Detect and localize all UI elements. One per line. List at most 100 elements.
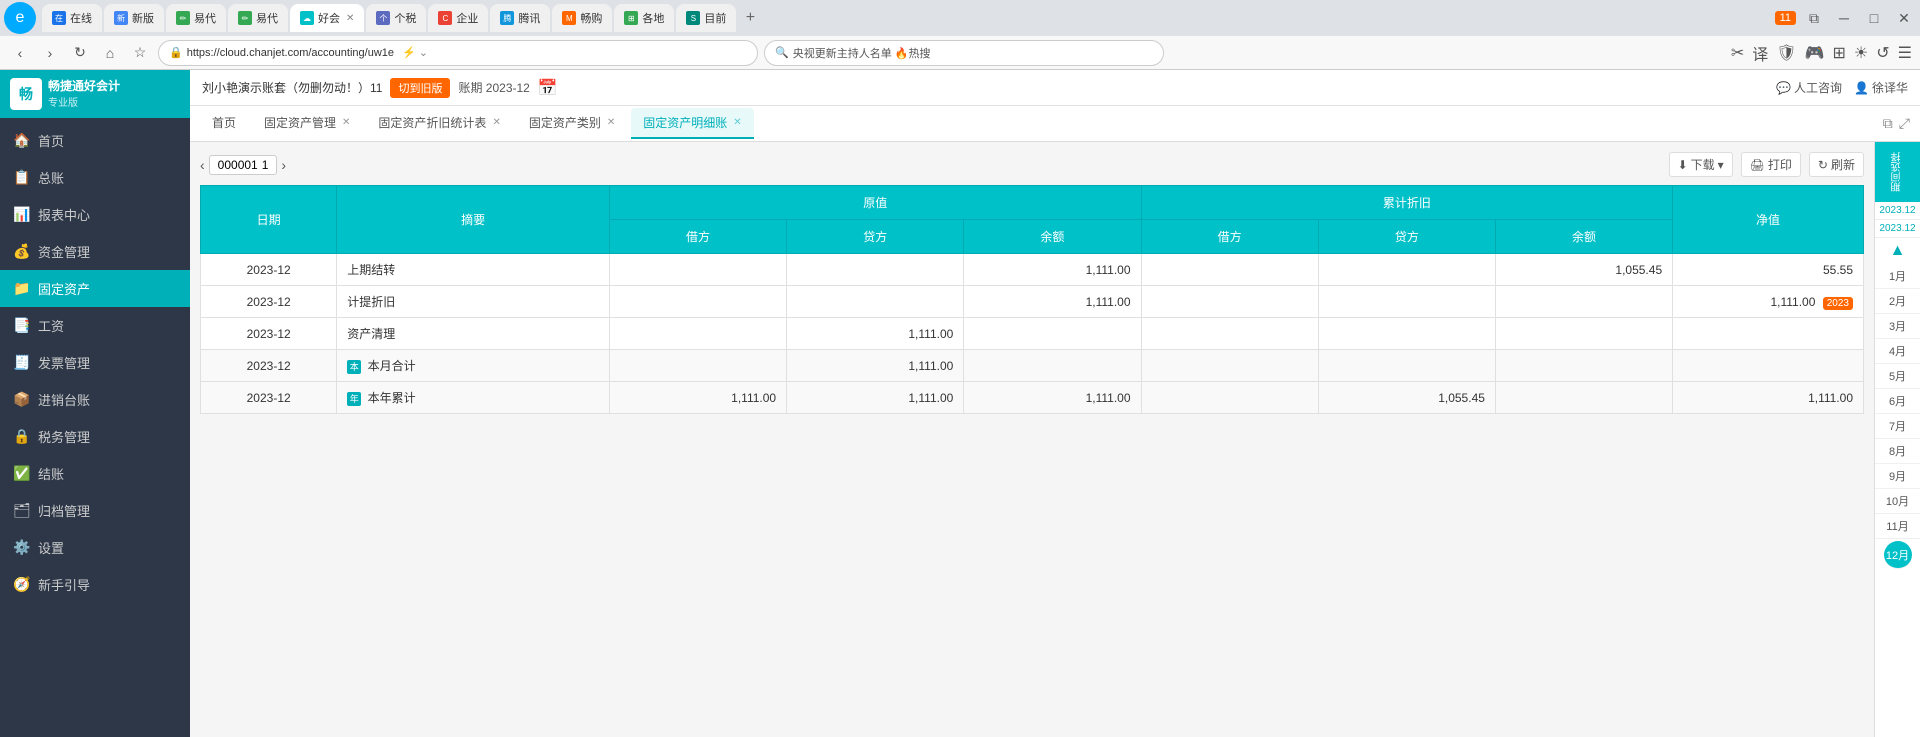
sidebar-label-settings: 设置 bbox=[38, 538, 64, 557]
user-button[interactable]: 👤 徐译华 bbox=[1854, 79, 1908, 96]
sidebar-item-close-period[interactable]: ✅ 结账 bbox=[0, 455, 190, 492]
browser-tab-gedi[interactable]: ⊞ 各地 bbox=[614, 4, 674, 32]
cell-summary-4: 年 本年累计 bbox=[337, 382, 610, 414]
period-item-5[interactable]: 5月 bbox=[1875, 364, 1920, 389]
game-icon[interactable]: 🎮 bbox=[1805, 43, 1825, 63]
tab-label-qiye: 企业 bbox=[456, 10, 478, 26]
tab-close-haohui[interactable]: ✕ bbox=[346, 13, 354, 24]
period-item-1[interactable]: 1月 bbox=[1875, 264, 1920, 289]
sidebar-label-invoices: 发票管理 bbox=[38, 353, 90, 372]
period-item-2[interactable]: 2月 bbox=[1875, 289, 1920, 314]
th-accumulated-depreciation: 累计折旧 bbox=[1141, 186, 1673, 220]
sidebar-label-close-period: 结账 bbox=[38, 464, 64, 483]
browser-tab-yidai1[interactable]: ✏ 易代 bbox=[166, 4, 226, 32]
tab-favicon-online: 在 bbox=[52, 11, 66, 25]
period-scroll-up[interactable]: ▲ bbox=[1875, 238, 1920, 264]
version-switch-button[interactable]: 切到旧版 bbox=[390, 78, 450, 98]
translate-icon[interactable]: 译 bbox=[1752, 41, 1768, 65]
download-chevron: ▾ bbox=[1718, 158, 1724, 172]
browser-tab-yidai2[interactable]: ✏ 易代 bbox=[228, 4, 288, 32]
calendar-icon[interactable]: 📅 bbox=[538, 78, 558, 98]
period-item-11[interactable]: 11月 bbox=[1875, 514, 1920, 539]
back-btn[interactable]: ‹ bbox=[8, 41, 32, 65]
next-page-btn[interactable]: › bbox=[281, 157, 286, 173]
tab-depreciation-stats[interactable]: 固定资产折旧统计表 ✕ bbox=[366, 108, 512, 139]
refresh-button[interactable]: ↻ 刷新 bbox=[1809, 152, 1864, 177]
sidebar-title-block: 畅捷通好会计 专业版 bbox=[48, 79, 120, 110]
tab-asset-detail-ledger-close[interactable]: ✕ bbox=[733, 117, 741, 128]
table-row: 2023-12 年 本年累计 1,111.00 1,111.00 1,111.0… bbox=[201, 382, 1864, 414]
period-item-9[interactable]: 9月 bbox=[1875, 464, 1920, 489]
help-button[interactable]: 💬 人工咨询 bbox=[1776, 79, 1842, 96]
reload-btn[interactable]: ↻ bbox=[68, 41, 92, 65]
browser-tab-geshui[interactable]: 个 个税 bbox=[366, 4, 426, 32]
search-bar[interactable]: 🔍 央视更新主持人名单 🔥热搜 bbox=[764, 40, 1164, 66]
tab-home[interactable]: 首页 bbox=[200, 108, 248, 139]
sidebar-item-funds[interactable]: 💰 资金管理 bbox=[0, 233, 190, 270]
ledger-code-box: 000001 1 bbox=[209, 155, 278, 175]
period-item-4[interactable]: 4月 bbox=[1875, 339, 1920, 364]
browser-toolbar-icons: ✂ 译 🛡 🎮 ⊞ ☀ ↺ ☰ bbox=[1731, 41, 1912, 65]
summary-tag-4: 年 bbox=[347, 392, 361, 406]
browser-tab-online[interactable]: 在 在线 bbox=[42, 4, 102, 32]
sidebar-item-home[interactable]: 🏠 首页 bbox=[0, 122, 190, 159]
download-button[interactable]: ⬇ 下载 ▾ bbox=[1669, 152, 1733, 177]
window-restore-btn[interactable]: ⧉ bbox=[1883, 115, 1893, 132]
cell-orig-credit-4: 1,111.00 bbox=[787, 382, 964, 414]
tab-favicon-qiye: C bbox=[438, 11, 452, 25]
forward-btn[interactable]: › bbox=[38, 41, 62, 65]
cell-net-value-2 bbox=[1673, 318, 1864, 350]
prev-page-btn[interactable]: ‹ bbox=[200, 157, 205, 173]
tab-fixed-asset-mgmt[interactable]: 固定资产管理 ✕ bbox=[252, 108, 362, 139]
print-button[interactable]: 🖨 打印 bbox=[1741, 152, 1801, 177]
menu-icon[interactable]: ☰ bbox=[1898, 43, 1912, 63]
shield-icon[interactable]: 🛡 bbox=[1776, 43, 1796, 63]
sidebar-item-reports[interactable]: 📊 报表中心 bbox=[0, 196, 190, 233]
cell-orig-balance-3 bbox=[964, 350, 1141, 382]
sidebar-item-purchase-sales[interactable]: 📦 进销台账 bbox=[0, 381, 190, 418]
window-expand-btn[interactable]: ⤢ bbox=[1899, 115, 1910, 132]
address-bar[interactable]: 🔒 https://cloud.chanjet.com/accounting/u… bbox=[158, 40, 758, 66]
sidebar-label-fixed-assets: 固定资产 bbox=[38, 279, 90, 298]
sidebar-item-archive[interactable]: 🗂 归档管理 bbox=[0, 492, 190, 529]
period-item-12[interactable]: 12月 bbox=[1884, 541, 1912, 569]
main-content: 刘小艳演示账套（勿删勿动！）11 切到旧版 账期 2023-12 📅 💬 人工咨… bbox=[190, 70, 1920, 737]
maximize-btn[interactable]: □ bbox=[1862, 6, 1886, 30]
browser-tab-tencent[interactable]: 腾 腾讯 bbox=[490, 4, 550, 32]
period-item-6[interactable]: 6月 bbox=[1875, 389, 1920, 414]
sidebar-item-guide[interactable]: 🧭 新手引导 bbox=[0, 566, 190, 603]
period-item-10[interactable]: 10月 bbox=[1875, 489, 1920, 514]
sidebar-item-fixed-assets[interactable]: 📁 固定资产 bbox=[0, 270, 190, 307]
brightness-icon[interactable]: ☀ bbox=[1854, 43, 1868, 63]
archive-icon: 🗂 bbox=[14, 503, 30, 519]
history-icon[interactable]: ↺ bbox=[1876, 43, 1889, 63]
tab-fixed-asset-mgmt-close[interactable]: ✕ bbox=[342, 117, 350, 128]
tab-manage-btn[interactable]: ⧉ bbox=[1802, 6, 1826, 30]
browser-tab-haohui[interactable]: ☁ 好会 ✕ bbox=[290, 4, 364, 32]
minimize-btn[interactable]: ─ bbox=[1832, 6, 1856, 30]
tab-asset-category-close[interactable]: ✕ bbox=[607, 117, 615, 128]
grid-icon[interactable]: ⊞ bbox=[1833, 43, 1846, 63]
tab-asset-detail-ledger[interactable]: 固定资产明细账 ✕ bbox=[631, 108, 753, 139]
bookmark-btn[interactable]: ☆ bbox=[128, 41, 152, 65]
period-item-8[interactable]: 8月 bbox=[1875, 439, 1920, 464]
tab-asset-category[interactable]: 固定资产类别 ✕ bbox=[517, 108, 627, 139]
period-item-3[interactable]: 3月 bbox=[1875, 314, 1920, 339]
browser-tab-new[interactable]: 新 新版 bbox=[104, 4, 164, 32]
sidebar-item-tax[interactable]: 🔒 税务管理 bbox=[0, 418, 190, 455]
cell-accum-credit-0 bbox=[1318, 254, 1495, 286]
sidebar-item-payroll[interactable]: 📑 工资 bbox=[0, 307, 190, 344]
browser-tab-muqian[interactable]: S 目前 bbox=[676, 4, 736, 32]
browser-tab-qiye[interactable]: C 企业 bbox=[428, 4, 488, 32]
sidebar-title: 畅捷通好会计 bbox=[48, 79, 120, 95]
scissors-icon[interactable]: ✂ bbox=[1731, 43, 1744, 63]
close-btn[interactable]: ✕ bbox=[1892, 6, 1916, 30]
period-item-7[interactable]: 7月 bbox=[1875, 414, 1920, 439]
browser-tab-chang[interactable]: M 畅购 bbox=[552, 4, 612, 32]
tab-depreciation-stats-close[interactable]: ✕ bbox=[492, 117, 500, 128]
sidebar-item-settings[interactable]: ⚙️ 设置 bbox=[0, 529, 190, 566]
new-tab-button[interactable]: + bbox=[738, 6, 762, 30]
sidebar-item-general-ledger[interactable]: 📋 总账 bbox=[0, 159, 190, 196]
home-btn[interactable]: ⌂ bbox=[98, 41, 122, 65]
sidebar-item-invoices[interactable]: 🧾 发票管理 bbox=[0, 344, 190, 381]
